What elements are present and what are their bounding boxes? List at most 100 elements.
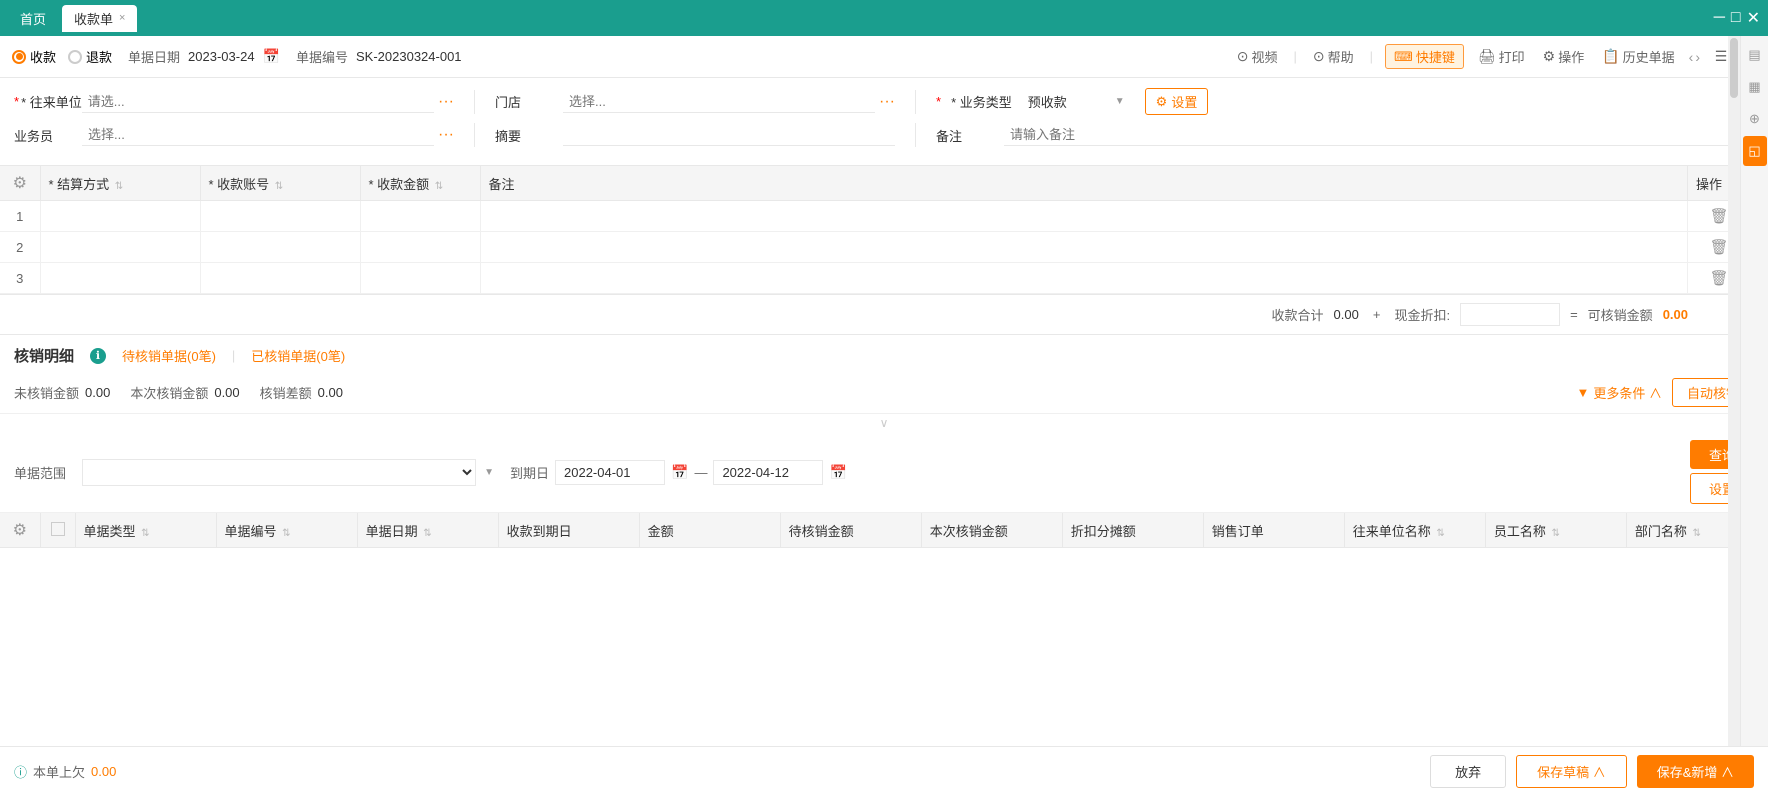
tab-bar-left: 首页 收款单 × [8, 5, 137, 32]
expand-arrow[interactable]: ∨ [0, 414, 1768, 432]
abandon-btn[interactable]: 放弃 [1430, 755, 1506, 788]
row-3-amount[interactable] [360, 263, 480, 294]
bt-col-check [40, 513, 75, 548]
bt-docdate-sort[interactable]: ⇅ [423, 528, 431, 539]
help-btn[interactable]: ⊙ 帮助 [1309, 45, 1358, 68]
history-btn[interactable]: 📋 历史单据 [1598, 45, 1678, 68]
counterparty-field: * * 往来单位 ··· [14, 91, 454, 113]
video-btn[interactable]: ⊙ 视频 [1233, 45, 1282, 68]
row-2-delete-icon[interactable]: 🗑 [1710, 238, 1729, 256]
verif-pending-tab[interactable]: 待核销单据(0笔) [122, 346, 216, 365]
bt-gear-icon[interactable]: ⚙ [13, 522, 27, 539]
tab-home[interactable]: 首页 [8, 5, 58, 32]
row-2-amount[interactable] [360, 232, 480, 263]
data-table-section: ⚙ * 结算方式 ⇅ * 收款账号 ⇅ * 收款金额 ⇅ [0, 166, 1768, 295]
row-3-delete-icon[interactable]: 🗑 [1710, 269, 1729, 287]
nav-next[interactable]: › [1695, 49, 1700, 65]
verif-completed-tab[interactable]: 已核销单据(0笔) [251, 346, 345, 365]
row-1-delete-icon[interactable]: 🗑 [1710, 207, 1729, 225]
filter-icon: ▼ [1576, 385, 1589, 400]
shortcut-btn[interactable]: ⌨ 快捷键 [1385, 44, 1464, 69]
counterparty-input[interactable] [82, 91, 434, 113]
summary-field: 摘要 [495, 124, 895, 146]
footer-info-icon[interactable]: ⓘ [14, 762, 27, 781]
col-gear[interactable]: ⚙ [0, 166, 40, 201]
start-date-input[interactable] [555, 460, 665, 485]
draft-btn[interactable]: 保存草稿 ∧ [1516, 755, 1627, 788]
right-panel-grid-icon[interactable]: ▦ [1743, 72, 1767, 102]
receive-radio[interactable]: 收款 [12, 47, 56, 66]
bt-dept-sort[interactable]: ⇅ [1692, 528, 1700, 539]
bottom-table: ⚙ 单据类型 ⇅ 单据编号 ⇅ [0, 513, 1768, 548]
verif-info-icon[interactable]: ℹ [90, 348, 106, 364]
store-more-icon[interactable]: ··· [879, 93, 895, 111]
amount-sort-icon[interactable]: ⇅ [435, 181, 443, 192]
row-1-account[interactable] [200, 201, 360, 232]
window-close-icon[interactable]: ✕ [1747, 8, 1760, 28]
summary-input[interactable] [563, 124, 895, 146]
print-btn[interactable]: 🖨 打印 [1474, 45, 1529, 68]
row-2-account[interactable] [200, 232, 360, 263]
bt-counterparty-sort[interactable]: ⇅ [1436, 528, 1444, 539]
row-3-account[interactable] [200, 263, 360, 294]
row-1-settle[interactable] [40, 201, 200, 232]
more-conditions-btn[interactable]: ▼ 更多条件 ∧ [1576, 383, 1662, 402]
receive-radio-circle [12, 50, 26, 64]
settle-sort-icon[interactable]: ⇅ [115, 181, 123, 192]
end-cal-icon[interactable]: 📅 [829, 464, 846, 481]
row-1-amount[interactable] [360, 201, 480, 232]
scrollbar-track[interactable] [1728, 36, 1740, 756]
main-content: 收款 退款 单据日期 2023-03-24 📅 单据编号 SK-20230324… [0, 36, 1768, 796]
scrollbar-thumb[interactable] [1730, 38, 1738, 98]
bt-duedate-label: 收款到期日 [507, 524, 572, 539]
store-input[interactable] [563, 91, 875, 113]
right-panel-form-icon[interactable]: ◱ [1743, 136, 1767, 166]
end-date-input[interactable] [713, 460, 823, 485]
row-1-remark[interactable] [480, 201, 1688, 232]
staff-more-icon[interactable]: ··· [438, 126, 454, 144]
verification-section: 核销明细 ℹ 待核销单据(0笔) | 已核销单据(0笔) 未核销金额 0.00 … [0, 335, 1768, 796]
account-sort-icon[interactable]: ⇅ [275, 181, 283, 192]
doc-num-label: 单据编号 [296, 47, 348, 66]
row-2-settle[interactable] [40, 232, 200, 263]
row-2-remark[interactable] [480, 232, 1688, 263]
bt-docnum-sort[interactable]: ⇅ [282, 528, 290, 539]
tab-active[interactable]: 收款单 × [62, 5, 137, 32]
bt-col-gear[interactable]: ⚙ [0, 513, 40, 548]
bt-doctype-sort[interactable]: ⇅ [141, 528, 149, 539]
form-settings-btn[interactable]: ⚙ 设置 [1145, 88, 1209, 115]
biz-type-arrow[interactable]: ▼ [1115, 96, 1125, 107]
doc-range-select[interactable] [82, 459, 476, 486]
right-panel-table-icon[interactable]: ▤ [1743, 40, 1767, 70]
counterparty-label: * 往来单位 [21, 92, 82, 111]
doc-range-label: 单据范围 [14, 463, 66, 482]
bt-staff-sort[interactable]: ⇅ [1551, 528, 1559, 539]
table-gear-icon[interactable]: ⚙ [13, 175, 27, 192]
video-label: 视频 [1252, 47, 1278, 66]
window-max-icon[interactable]: □ [1731, 9, 1741, 27]
tab-close-icon[interactable]: × [119, 12, 125, 24]
row-3-remark[interactable] [480, 263, 1688, 294]
current-verify-stat: 本次核销金额 0.00 [130, 383, 239, 402]
nav-prev[interactable]: ‹ [1689, 49, 1694, 65]
counterparty-more-icon[interactable]: ··· [438, 93, 454, 111]
toolbar: 收款 退款 单据日期 2023-03-24 📅 单据编号 SK-20230324… [0, 36, 1768, 78]
bt-col-duedate: 收款到期日 [498, 513, 639, 548]
right-panel-attach-icon[interactable]: ⊕ [1743, 104, 1767, 134]
refund-radio[interactable]: 退款 [68, 47, 112, 66]
discount-input[interactable] [1460, 303, 1560, 326]
summary-label: 摘要 [495, 126, 555, 145]
row-3-settle[interactable] [40, 263, 200, 294]
current-verify-label: 本次核销金额 [130, 383, 208, 402]
bt-current-label: 本次核销金额 [930, 524, 1008, 539]
select-all-checkbox[interactable] [51, 522, 65, 536]
remark-input[interactable] [1004, 124, 1754, 146]
verify-amount-label: 可核销金额 [1588, 305, 1653, 324]
operation-btn[interactable]: ⚙ 操作 [1539, 45, 1589, 68]
save-new-btn[interactable]: 保存&新增 ∧ [1637, 755, 1754, 788]
video-icon: ⊙ [1237, 48, 1249, 65]
window-min-icon[interactable]: ─ [1714, 9, 1725, 27]
start-cal-icon[interactable]: 📅 [671, 464, 688, 481]
calendar-icon[interactable]: 📅 [263, 48, 280, 65]
staff-input[interactable] [82, 124, 434, 146]
